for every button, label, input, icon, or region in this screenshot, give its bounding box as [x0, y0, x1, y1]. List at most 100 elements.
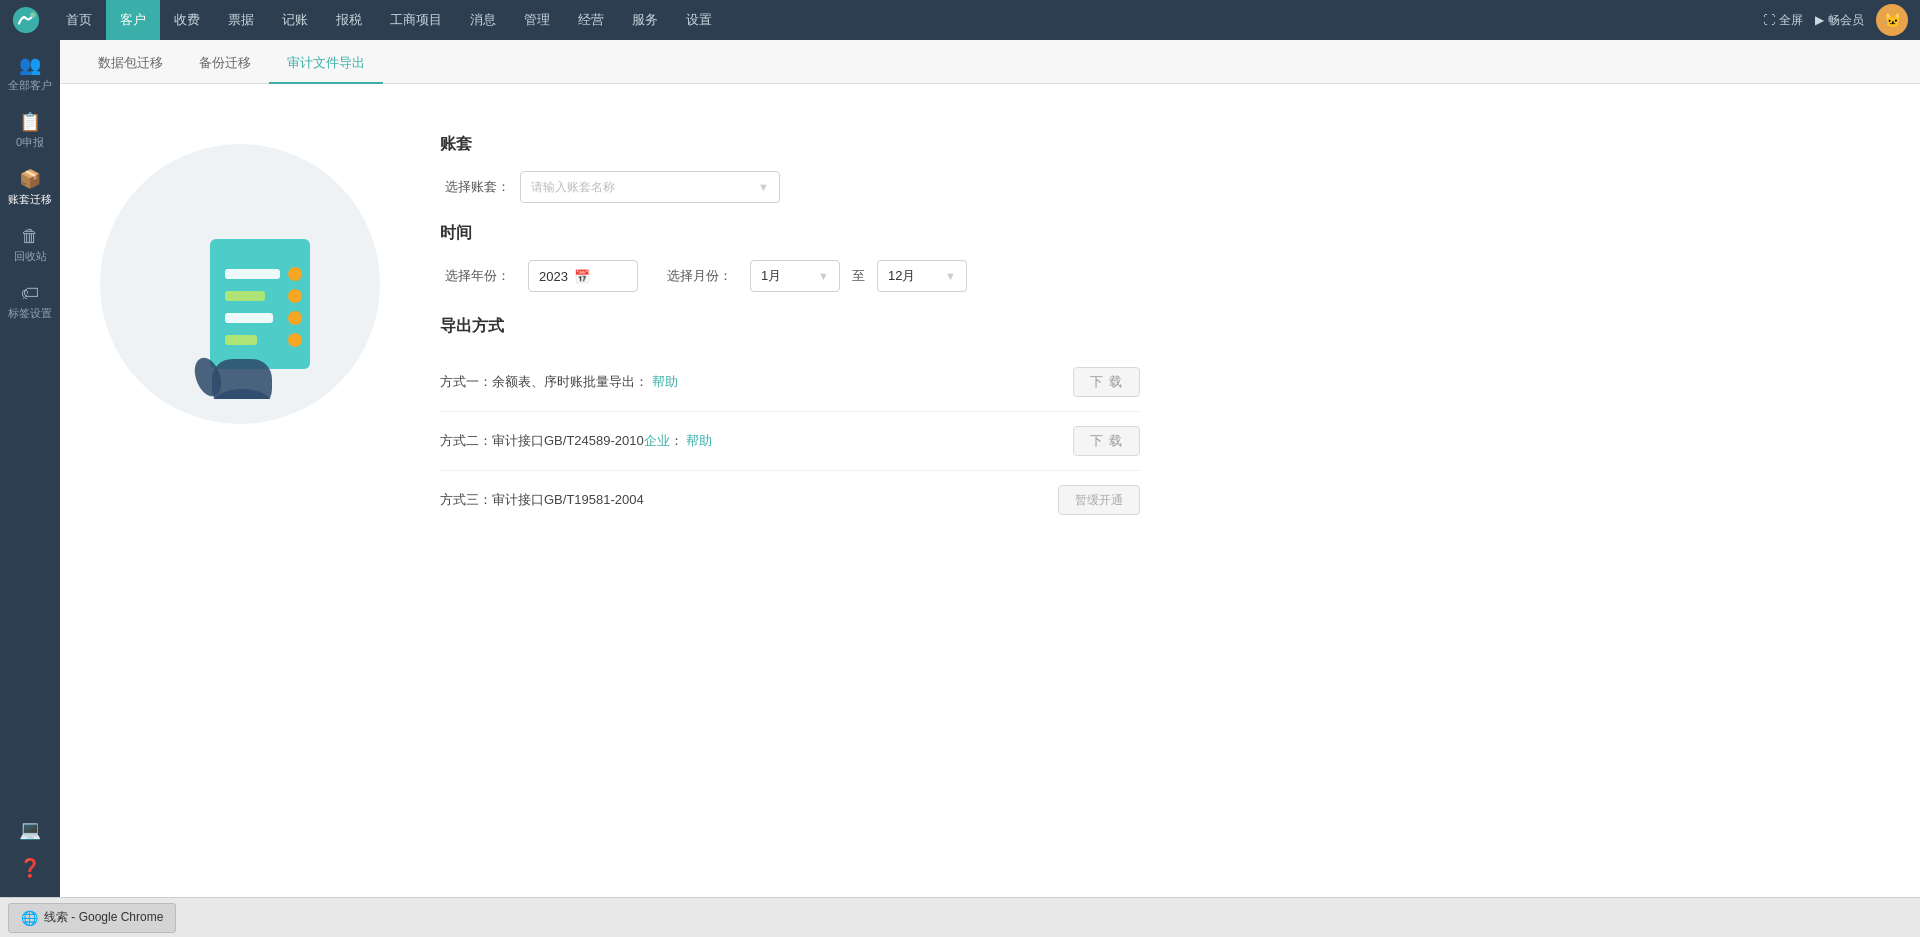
- year-value: 2023: [539, 269, 568, 284]
- nav-accounting[interactable]: 记账: [268, 0, 322, 40]
- page-body: 账套 选择账套： 请输入账套名称 ▼ 时间 选择年份： 2023: [60, 84, 1920, 897]
- main-layout: 👥 全部客户 📋 0申报 📦 账套迁移 🗑 回收站 🏷 标签设置 💻 ❓: [0, 40, 1920, 897]
- tag-icon: 🏷: [21, 284, 39, 302]
- svg-point-9: [288, 311, 302, 325]
- method-3-label: 方式三：审计接口GB/T19581-2004: [440, 492, 644, 507]
- top-nav: 首页 客户 收费 票据 记账 报税 工商项目 消息 管理 经营 服务 设置 ⛶ …: [0, 0, 1920, 40]
- year-input[interactable]: 2023 📅: [528, 260, 638, 292]
- sidebar-label-zero-report: 0申报: [16, 135, 44, 150]
- sidebar-item-tag-settings[interactable]: 🏷 标签设置: [2, 276, 58, 329]
- svg-rect-6: [225, 335, 257, 345]
- sidebar-label-recycle: 回收站: [14, 249, 47, 264]
- month-label: 选择月份：: [662, 267, 732, 285]
- monitor-icon: 💻: [19, 821, 41, 839]
- export-title: 导出方式: [440, 316, 1140, 337]
- logo: [8, 2, 44, 38]
- time-separator: 至: [852, 267, 865, 285]
- nav-home[interactable]: 首页: [52, 0, 106, 40]
- svg-point-7: [288, 267, 302, 281]
- form-area: 账套 选择账套： 请输入账套名称 ▼ 时间 选择年份： 2023: [440, 124, 1140, 857]
- account-select[interactable]: 请输入账套名称 ▼: [520, 171, 780, 203]
- nav-business[interactable]: 工商项目: [376, 0, 456, 40]
- export-method-3: 方式三：审计接口GB/T19581-2004 暂缓开通: [440, 471, 1140, 529]
- method-1-download-btn[interactable]: 下 载: [1073, 367, 1140, 397]
- export-section: 导出方式 方式一：余额表、序时账批量导出： 帮助 下 载 方式二：审计接口GB/…: [440, 316, 1140, 529]
- sidebar-label-all-customers: 全部客户: [8, 78, 52, 93]
- nav-service[interactable]: 服务: [618, 0, 672, 40]
- recycle-icon: 🗑: [21, 227, 39, 245]
- tab-bar: 数据包迁移 备份迁移 审计文件导出: [60, 40, 1920, 84]
- nav-settings[interactable]: 设置: [672, 0, 726, 40]
- sidebar-label-migration: 账套迁移: [8, 192, 52, 207]
- method-2-help-link[interactable]: 帮助: [686, 433, 712, 448]
- content-area: 数据包迁移 备份迁移 审计文件导出: [60, 40, 1920, 897]
- tab-data-migration[interactable]: 数据包迁移: [80, 44, 181, 84]
- account-select-label: 选择账套：: [440, 178, 510, 196]
- svg-rect-2: [210, 239, 310, 369]
- report-icon: 📋: [19, 113, 41, 131]
- illustration-svg: [140, 169, 340, 399]
- fullscreen-label: 全屏: [1779, 12, 1803, 29]
- play-icon: ▶: [1815, 13, 1824, 27]
- svg-point-8: [288, 289, 302, 303]
- nav-message[interactable]: 消息: [456, 0, 510, 40]
- method-3-coming-soon-btn[interactable]: 暂缓开通: [1058, 485, 1140, 515]
- calendar-icon: 📅: [574, 269, 590, 284]
- start-month-select[interactable]: 1月 ▼: [750, 260, 840, 292]
- sidebar-item-all-customers[interactable]: 👥 全部客户: [2, 48, 58, 101]
- sidebar-bottom-monitor[interactable]: 💻: [2, 813, 58, 847]
- sidebar-bottom-help[interactable]: ❓: [2, 851, 58, 885]
- account-form-row: 选择账套： 请输入账套名称 ▼: [440, 171, 1140, 203]
- end-month-chevron-icon: ▼: [945, 270, 956, 282]
- illustration-container: [100, 124, 380, 857]
- nav-billing[interactable]: 收费: [160, 0, 214, 40]
- fullscreen-icon: ⛶: [1763, 13, 1775, 27]
- nav-right: ⛶ 全屏 ▶ 畅会员 🐱: [1763, 4, 1908, 36]
- start-month-value: 1月: [761, 267, 781, 285]
- svg-rect-12: [212, 359, 272, 399]
- fullscreen-btn[interactable]: ⛶ 全屏: [1763, 12, 1803, 29]
- method-2-label: 方式二：审计接口GB/T24589-2010: [440, 433, 644, 448]
- nav-manage[interactable]: 管理: [510, 0, 564, 40]
- svg-point-0: [13, 7, 39, 33]
- tab-audit-export[interactable]: 审计文件导出: [269, 44, 383, 84]
- export-method-3-desc: 方式三：审计接口GB/T19581-2004: [440, 491, 644, 509]
- avatar[interactable]: 🐱: [1876, 4, 1908, 36]
- chrome-icon: 🌐: [21, 910, 38, 926]
- nav-items: 首页 客户 收费 票据 记账 报税 工商项目 消息 管理 经营 服务 设置: [52, 0, 1763, 40]
- method-1-help-link[interactable]: 帮助: [652, 374, 678, 389]
- export-method-1-desc: 方式一：余额表、序时账批量导出： 帮助: [440, 373, 678, 391]
- sidebar-item-zero-report[interactable]: 📋 0申报: [2, 105, 58, 158]
- end-month-select[interactable]: 12月 ▼: [877, 260, 967, 292]
- month-chevron-icon: ▼: [818, 270, 829, 282]
- tab-backup-migration[interactable]: 备份迁移: [181, 44, 269, 84]
- sidebar: 👥 全部客户 📋 0申报 📦 账套迁移 🗑 回收站 🏷 标签设置 💻 ❓: [0, 40, 60, 897]
- account-select-placeholder: 请输入账套名称: [531, 179, 615, 196]
- help-icon: ❓: [19, 859, 41, 877]
- taskbar-chrome-item[interactable]: 🌐 线索 - Google Chrome: [8, 903, 176, 933]
- nav-invoice[interactable]: 票据: [214, 0, 268, 40]
- svg-point-10: [288, 333, 302, 347]
- time-row: 选择年份： 2023 📅 选择月份： 1月 ▼ 至 12月: [440, 260, 1140, 292]
- svg-rect-3: [225, 269, 280, 279]
- end-month-value: 12月: [888, 267, 915, 285]
- export-method-1: 方式一：余额表、序时账批量导出： 帮助 下 载: [440, 353, 1140, 412]
- time-title: 时间: [440, 223, 1140, 244]
- member-label: 畅会员: [1828, 12, 1864, 29]
- chevron-down-icon: ▼: [758, 181, 769, 193]
- svg-point-1: [30, 12, 35, 17]
- member-btn[interactable]: ▶ 畅会员: [1815, 12, 1864, 29]
- time-section: 时间 选择年份： 2023 📅 选择月份： 1月 ▼ 至: [440, 223, 1140, 292]
- taskbar: 🌐 线索 - Google Chrome: [0, 897, 1920, 937]
- export-method-2-desc: 方式二：审计接口GB/T24589-2010企业： 帮助: [440, 432, 712, 450]
- nav-operation[interactable]: 经营: [564, 0, 618, 40]
- nav-customer[interactable]: 客户: [106, 0, 160, 40]
- customers-icon: 👥: [19, 56, 41, 74]
- method-2-download-btn[interactable]: 下 载: [1073, 426, 1140, 456]
- sidebar-item-recycle[interactable]: 🗑 回收站: [2, 219, 58, 272]
- sidebar-bottom: 💻 ❓: [0, 813, 60, 897]
- sidebar-item-migration[interactable]: 📦 账套迁移: [2, 162, 58, 215]
- sidebar-label-tag-settings: 标签设置: [8, 306, 52, 321]
- nav-tax[interactable]: 报税: [322, 0, 376, 40]
- svg-rect-5: [225, 313, 273, 323]
